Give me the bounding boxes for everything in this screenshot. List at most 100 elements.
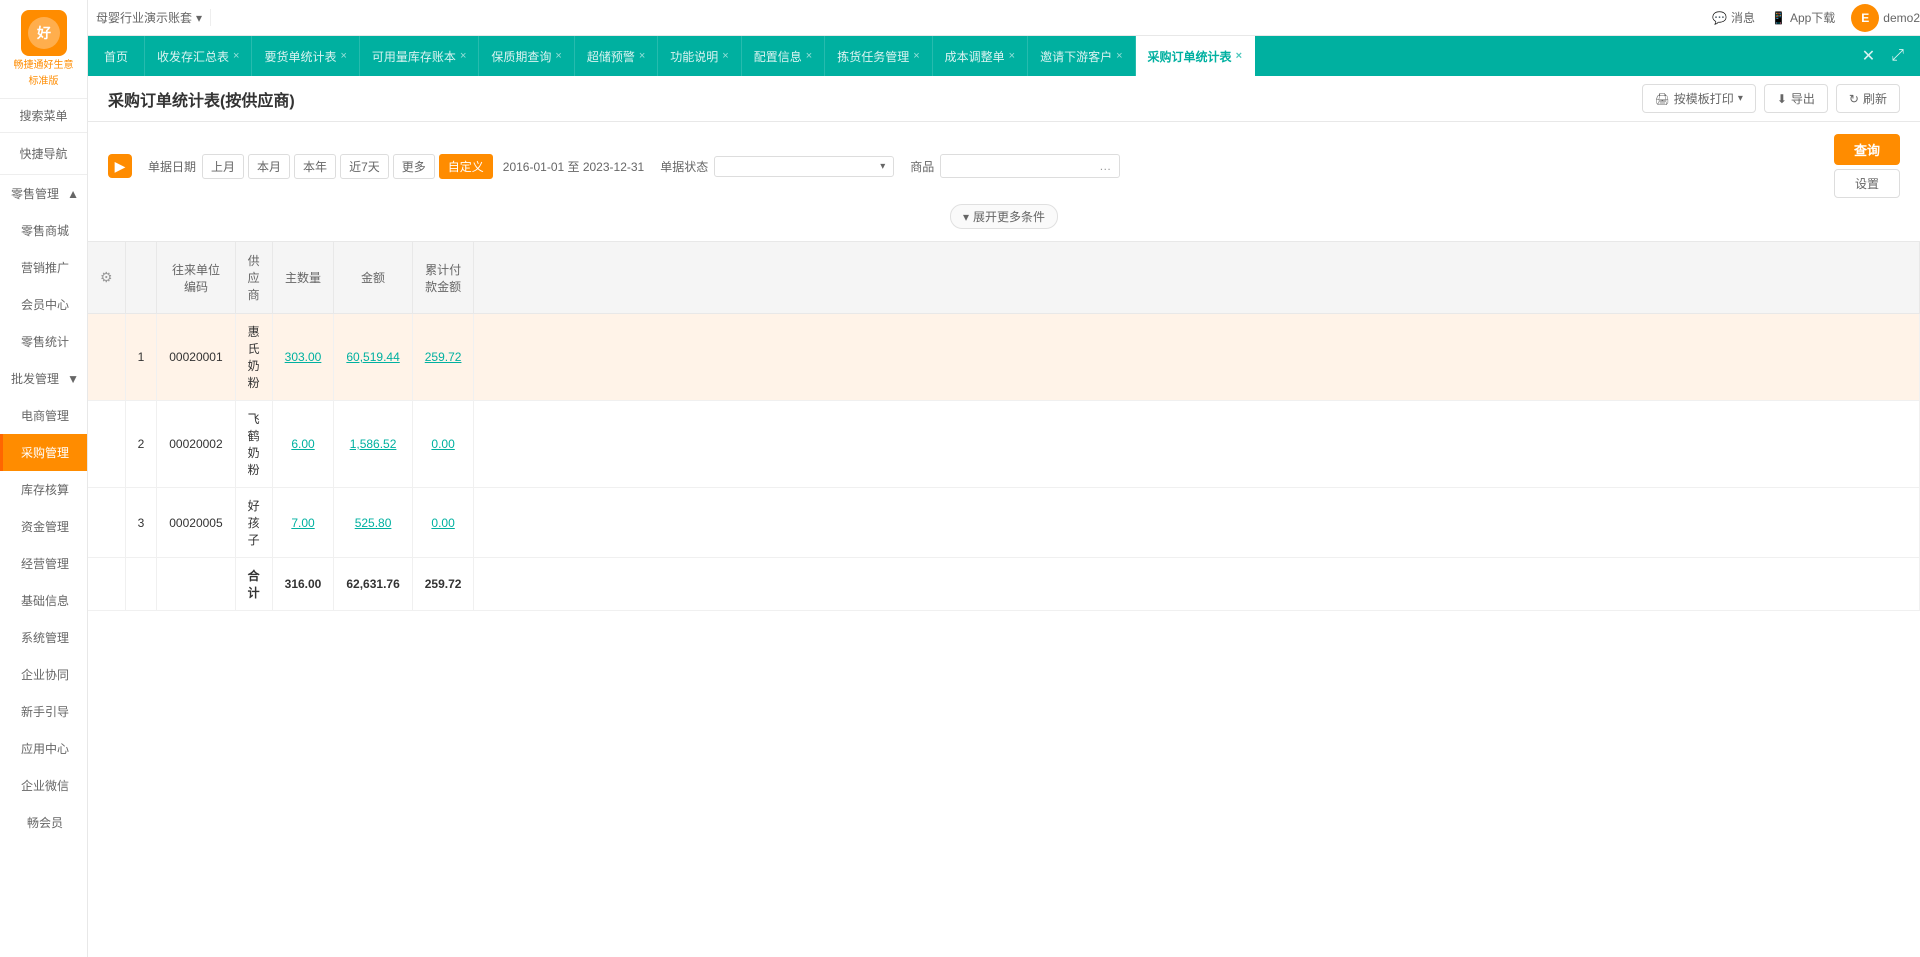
cell-qty[interactable]: 6.00 [272,401,334,488]
qty-link[interactable]: 303.00 [285,350,322,364]
amount-link[interactable]: 525.80 [355,516,392,530]
cell-paid[interactable]: 259.72 [412,314,474,401]
search-menu[interactable]: 搜索菜单 [0,99,87,133]
sidebar-item-finance[interactable]: 资金管理 [0,508,87,545]
company-selector[interactable]: 母婴行业演示账套 ▾ [88,9,211,26]
sidebar-item-new-guide[interactable]: 新手引导 [0,693,87,730]
tab-storage-task-close[interactable]: × [913,50,919,62]
btn-last-month[interactable]: 上月 [202,154,244,179]
user-profile-btn[interactable]: E demo2 [1851,4,1920,32]
btn-this-year[interactable]: 本年 [294,154,336,179]
avatar: E [1851,4,1879,32]
cell-amount[interactable]: 1,586.52 [334,401,412,488]
tab-overstock-close[interactable]: × [639,50,645,62]
sidebar-item-retail-mall[interactable]: 零售商城 [0,212,87,249]
quick-nav[interactable]: 快捷导航 [0,133,87,175]
right-buttons: 查询 设置 [1834,134,1900,198]
tab-order-stats-label: 要货单统计表 [264,48,336,65]
sidebar-item-enterprise-wechat[interactable]: 企业微信 [0,767,87,804]
sidebar-item-retail-stats[interactable]: 零售统计 [0,323,87,360]
tab-expiry-query-close[interactable]: × [555,50,561,62]
tab-overstock[interactable]: 超储预警 × [575,36,658,76]
amount-link[interactable]: 1,586.52 [350,437,397,451]
user-name: demo2 [1883,11,1920,25]
th-no [125,242,157,314]
sidebar-item-operations[interactable]: 经营管理 [0,545,87,582]
filter-row: ▶ 单据日期 上月 本月 本年 近7天 更多 自定义 2016-01-01 至 … [108,134,1900,198]
th-code: 往来单位编码 [157,242,235,314]
paid-link[interactable]: 0.00 [431,437,454,451]
tab-function-desc-close[interactable]: × [722,50,728,62]
btn-this-month[interactable]: 本月 [248,154,290,179]
sidebar-item-basic-info[interactable]: 基础信息 [0,582,87,619]
tab-invite-downstream[interactable]: 邀请下游客户 × [1028,36,1135,76]
sidebar-item-retail-management[interactable]: 零售管理 ▲ [0,175,87,212]
btn-7days[interactable]: 近7天 [340,154,389,179]
tab-home[interactable]: 首页 [88,36,145,76]
paid-link[interactable]: 0.00 [431,516,454,530]
quick-nav-item[interactable]: 快捷导航 [0,137,87,170]
sidebar-item-app-center[interactable]: 应用中心 [0,730,87,767]
company-name: 母婴行业演示账套 [96,9,192,26]
app-download-btn[interactable]: 📱 App下载 [1771,9,1835,26]
export-button[interactable]: ⬇ 导出 [1764,84,1828,113]
refresh-button[interactable]: ↻ 刷新 [1836,84,1900,113]
th-amount: 金额 [334,242,412,314]
tab-cost-adjust-close[interactable]: × [1009,50,1015,62]
cell-amount[interactable]: 60,519.44 [334,314,412,401]
tab-storage-task[interactable]: 拣货任务管理 × [825,36,932,76]
tab-available-inventory-label: 可用量库存账本 [372,48,456,65]
maximize-btn[interactable]: ⤢ [1883,47,1912,65]
tab-purchase-stats-close[interactable]: × [1236,50,1242,62]
search-menu-label[interactable]: 搜索菜单 [19,109,67,123]
qty-link[interactable]: 6.00 [291,437,314,451]
tab-receive-send-close[interactable]: × [233,50,239,62]
cell-paid[interactable]: 0.00 [412,401,474,488]
status-select[interactable]: ▾ [714,156,894,177]
tab-cost-adjust[interactable]: 成本调整单 × [933,36,1028,76]
btn-more-dates[interactable]: 更多 [393,154,435,179]
sidebar-item-marketing[interactable]: 营销推广 [0,249,87,286]
tab-available-inventory[interactable]: 可用量库存账本 × [360,36,479,76]
message-btn[interactable]: 💬 消息 [1712,9,1755,26]
goods-filter-label: 商品 [910,158,934,175]
tab-order-stats[interactable]: 要货单统计表 × [252,36,359,76]
marketing-label: 营销推广 [21,259,69,276]
tab-function-desc[interactable]: 功能说明 × [658,36,741,76]
paid-link[interactable]: 259.72 [425,350,462,364]
retail-mall-label: 零售商城 [21,222,69,239]
qty-link[interactable]: 7.00 [291,516,314,530]
tab-expiry-query[interactable]: 保质期查询 × [479,36,574,76]
sidebar-item-system[interactable]: 系统管理 [0,619,87,656]
tab-config-info-close[interactable]: × [806,50,812,62]
cell-amount[interactable]: 525.80 [334,488,412,558]
sidebar-item-vip[interactable]: 畅会员 [0,804,87,841]
sidebar-item-wholesale[interactable]: 批发管理 ▼ [0,360,87,397]
cell-qty[interactable]: 303.00 [272,314,334,401]
tab-order-stats-close[interactable]: × [340,50,346,62]
sidebar-item-member-center[interactable]: 会员中心 [0,286,87,323]
print-button[interactable]: 🖨 按模板打印 ▾ [1642,84,1756,113]
tab-purchase-stats[interactable]: 采购订单统计表 × [1136,36,1255,76]
sidebar-item-ecommerce[interactable]: 电商管理 [0,397,87,434]
btn-custom-date[interactable]: 自定义 [439,154,493,179]
tab-available-inventory-close[interactable]: × [460,50,466,62]
goods-more-btn[interactable]: … [1099,159,1111,173]
sidebar-item-enterprise-coop[interactable]: 企业协同 [0,656,87,693]
cell-qty[interactable]: 7.00 [272,488,334,558]
amount-link[interactable]: 60,519.44 [346,350,399,364]
sidebar-item-purchase[interactable]: 采购管理 [0,434,87,471]
tab-invite-downstream-close[interactable]: × [1116,50,1122,62]
close-tab-btn[interactable]: ✕ [1854,46,1883,66]
tab-receive-send[interactable]: 收发存汇总表 × [145,36,252,76]
setting-button[interactable]: 设置 [1834,169,1900,198]
vip-label: 畅会员 [27,814,63,831]
tab-config-info[interactable]: 配置信息 × [742,36,825,76]
settings-column-icon[interactable]: ⚙ [100,269,113,285]
filter-toggle-btn[interactable]: ▶ [108,154,132,178]
query-button[interactable]: 查询 [1834,134,1900,165]
goods-input[interactable]: … [940,154,1120,178]
sidebar-item-inventory[interactable]: 库存核算 [0,471,87,508]
cell-paid[interactable]: 0.00 [412,488,474,558]
expand-more-btn[interactable]: ▾ 展开更多条件 [950,204,1058,229]
